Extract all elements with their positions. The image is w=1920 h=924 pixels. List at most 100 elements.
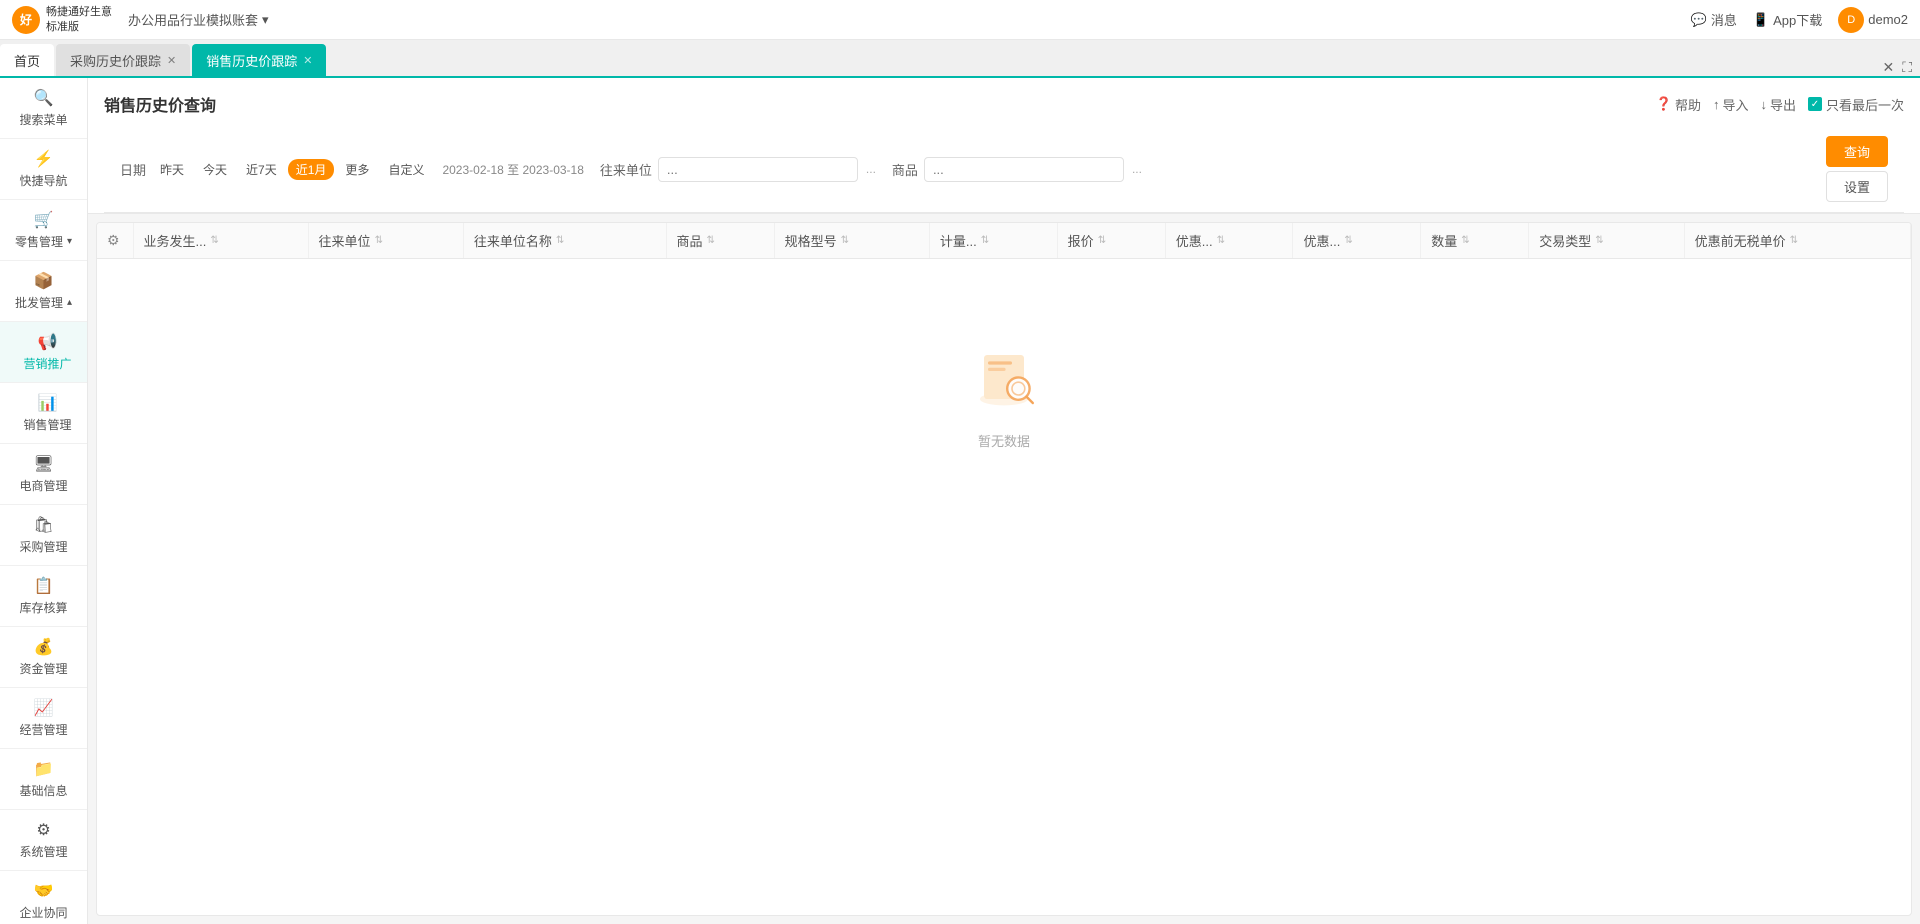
date-btn-more[interactable]: 更多 (337, 159, 377, 180)
flash-icon: ⚡ (34, 149, 54, 169)
sidebar-item-salesm-label: 销售管理 (23, 416, 71, 433)
sidebar-item-wholesale-label: 批发管理 (15, 294, 63, 311)
date-btn-yesterday[interactable]: 昨天 (152, 159, 192, 180)
th-discount1[interactable]: 优惠... ⇅ (1165, 223, 1293, 259)
tab-sales-close[interactable]: ✕ (303, 54, 312, 67)
sidebar-item-enterprise[interactable]: 🤝 企业协同 (0, 871, 87, 924)
th-discount2[interactable]: 优惠... ⇅ (1293, 223, 1421, 259)
th-spec[interactable]: 规格型号 ⇅ (774, 223, 929, 259)
sidebar-item-ecommerce[interactable]: 🖥 电商管理 (0, 444, 87, 505)
empty-state: 暂无数据 (97, 259, 1911, 530)
system-icon: ⚙ (36, 820, 50, 840)
sidebar-item-ecommerce-label: 电商管理 (19, 477, 67, 494)
sidebar: 🔍 搜索菜单 ⚡ 快捷导航 🛒 零售管理 ▾ 📦 批发管理 ▴ 📢 营销推广 (0, 78, 88, 924)
date-btn-1month[interactable]: 近1月 (288, 159, 335, 180)
goods-dots[interactable]: ... (1132, 162, 1142, 176)
import-btn[interactable]: ↑ 导入 (1713, 95, 1749, 114)
sidebar-item-inventory[interactable]: 📋 库存核算 (0, 566, 87, 627)
sort-icon: ⇅ (1790, 235, 1798, 246)
data-table: ⚙ 业务发生... ⇅ 往来单位 ⇅ (97, 223, 1911, 259)
date-range-text: 2023-02-18 至 2023-03-18 (442, 161, 583, 178)
goods-label: 商品 (892, 160, 918, 179)
sort-icon: ⇅ (210, 235, 218, 246)
sidebar-item-retail-label: 零售管理 (15, 233, 63, 250)
sidebar-item-basic[interactable]: 📁 基础信息 (0, 749, 87, 810)
help-btn[interactable]: ❓ 帮助 (1656, 95, 1701, 114)
sidebar-item-wholesale[interactable]: 📦 批发管理 ▴ (0, 261, 87, 322)
avatar: D (1838, 7, 1864, 33)
sidebar-item-search[interactable]: 🔍 搜索菜单 (0, 78, 87, 139)
tab-purchase-close[interactable]: ✕ (167, 54, 176, 67)
maximize-btn[interactable]: ⛶ (1902, 59, 1912, 76)
th-trade-type[interactable]: 交易类型 ⇅ (1529, 223, 1684, 259)
goods-filter-group: 商品 ... (892, 157, 1142, 182)
chevron-down-icon: ▾ (262, 12, 269, 28)
date-btn-custom[interactable]: 自定义 (380, 159, 432, 180)
sidebar-item-salesm[interactable]: 📊 销售管理 (0, 383, 87, 444)
download-icon: 📱 (1753, 12, 1769, 28)
th-qty[interactable]: 数量 ⇅ (1421, 223, 1529, 259)
basic-icon: 📁 (34, 759, 54, 779)
logo-icon: 好 (12, 6, 40, 34)
sidebar-item-marketing[interactable]: 📢 营销推广 (0, 322, 87, 383)
date-btn-group: 昨天 今天 近7天 近1月 更多 自定义 (152, 159, 432, 180)
sidebar-item-system[interactable]: ⚙ 系统管理 (0, 810, 87, 871)
export-btn[interactable]: ↓ 导出 (1760, 95, 1796, 114)
sidebar-item-purchase-label: 采购管理 (19, 538, 67, 555)
export-icon: ↓ (1760, 97, 1767, 112)
tab-home[interactable]: 首页 (0, 44, 54, 76)
logo-area: 好 畅捷通好生意 标准版 (12, 5, 112, 34)
sort-icon: ⇅ (556, 235, 564, 246)
sidebar-item-quicknav[interactable]: ⚡ 快捷导航 (0, 139, 87, 200)
sidebar-item-business[interactable]: 📈 经营管理 (0, 688, 87, 749)
filter-row: 日期 昨天 今天 近7天 近1月 更多 自定义 2023-02-18 至 202… (104, 126, 1904, 213)
tab-sales-label: 销售历史价跟踪 (206, 51, 297, 70)
user-menu[interactable]: D demo2 (1838, 7, 1908, 33)
tab-sales[interactable]: 销售历史价跟踪 ✕ (192, 44, 326, 76)
th-partner-code[interactable]: 往来单位 ⇅ (308, 223, 463, 259)
date-btn-today[interactable]: 今天 (195, 159, 235, 180)
only-last-checkbox[interactable]: ✓ 只看最后一次 (1808, 95, 1904, 114)
sort-icon: ⇅ (1595, 235, 1603, 246)
table-container: ⚙ 业务发生... ⇅ 往来单位 ⇅ (96, 222, 1912, 916)
settings-button[interactable]: 设置 (1826, 171, 1888, 202)
business-icon: 📈 (34, 698, 54, 718)
page-actions: ❓ 帮助 ↑ 导入 ↓ 导出 ✓ 只看最后一次 (1656, 95, 1904, 114)
tab-purchase[interactable]: 采购历史价跟踪 ✕ (56, 44, 190, 76)
th-pretax-price[interactable]: 优惠前无税单价 ⇅ (1684, 223, 1910, 259)
th-quote[interactable]: 报价 ⇅ (1057, 223, 1165, 259)
app-selector[interactable]: 办公用品行业模拟账套 ▾ (120, 6, 277, 33)
checkbox-icon: ✓ (1808, 97, 1822, 111)
app-download-btn[interactable]: 📱 App下载 (1753, 10, 1822, 29)
purchase-icon: 🛍 (33, 515, 53, 535)
sidebar-item-business-label: 经营管理 (19, 721, 67, 738)
sidebar-item-retail[interactable]: 🛒 零售管理 ▾ (0, 200, 87, 261)
sales-icon: 📊 (38, 393, 58, 413)
sidebar-item-search-label: 搜索菜单 (19, 111, 67, 128)
partner-filter-group: 往来单位 ... (600, 157, 876, 182)
date-btn-7days[interactable]: 近7天 (238, 159, 285, 180)
sidebar-item-basic-label: 基础信息 (19, 782, 67, 799)
th-unit[interactable]: 计量... ⇅ (929, 223, 1057, 259)
th-partner-name[interactable]: 往来单位名称 ⇅ (463, 223, 666, 259)
partner-input[interactable] (658, 157, 858, 182)
cart-icon: 🛒 (34, 210, 54, 230)
partner-dots[interactable]: ... (866, 162, 876, 176)
tab-purchase-label: 采购历史价跟踪 (70, 51, 161, 70)
close-all-tabs-btn[interactable]: ✕ (1882, 59, 1894, 76)
message-btn[interactable]: 💬 消息 (1691, 10, 1737, 29)
chevron-down-icon: ▾ (67, 236, 72, 247)
partner-label: 往来单位 (600, 160, 652, 179)
sidebar-item-finance[interactable]: 💰 资金管理 (0, 627, 87, 688)
sidebar-item-purchase[interactable]: 🛍 采购管理 (0, 505, 87, 566)
column-settings-btn[interactable]: ⚙ (107, 232, 120, 249)
th-biz-date[interactable]: 业务发生... ⇅ (133, 223, 308, 259)
search-button[interactable]: 查询 (1826, 136, 1888, 167)
goods-input[interactable] (924, 157, 1124, 182)
enterprise-icon: 🤝 (34, 881, 54, 901)
date-filter-group: 日期 昨天 今天 近7天 近1月 更多 自定义 2023-02-18 至 202… (120, 159, 584, 180)
sidebar-item-inventory-label: 库存核算 (19, 599, 67, 616)
tab-home-label: 首页 (14, 51, 40, 70)
sidebar-item-system-label: 系统管理 (19, 843, 67, 860)
th-goods[interactable]: 商品 ⇅ (666, 223, 774, 259)
